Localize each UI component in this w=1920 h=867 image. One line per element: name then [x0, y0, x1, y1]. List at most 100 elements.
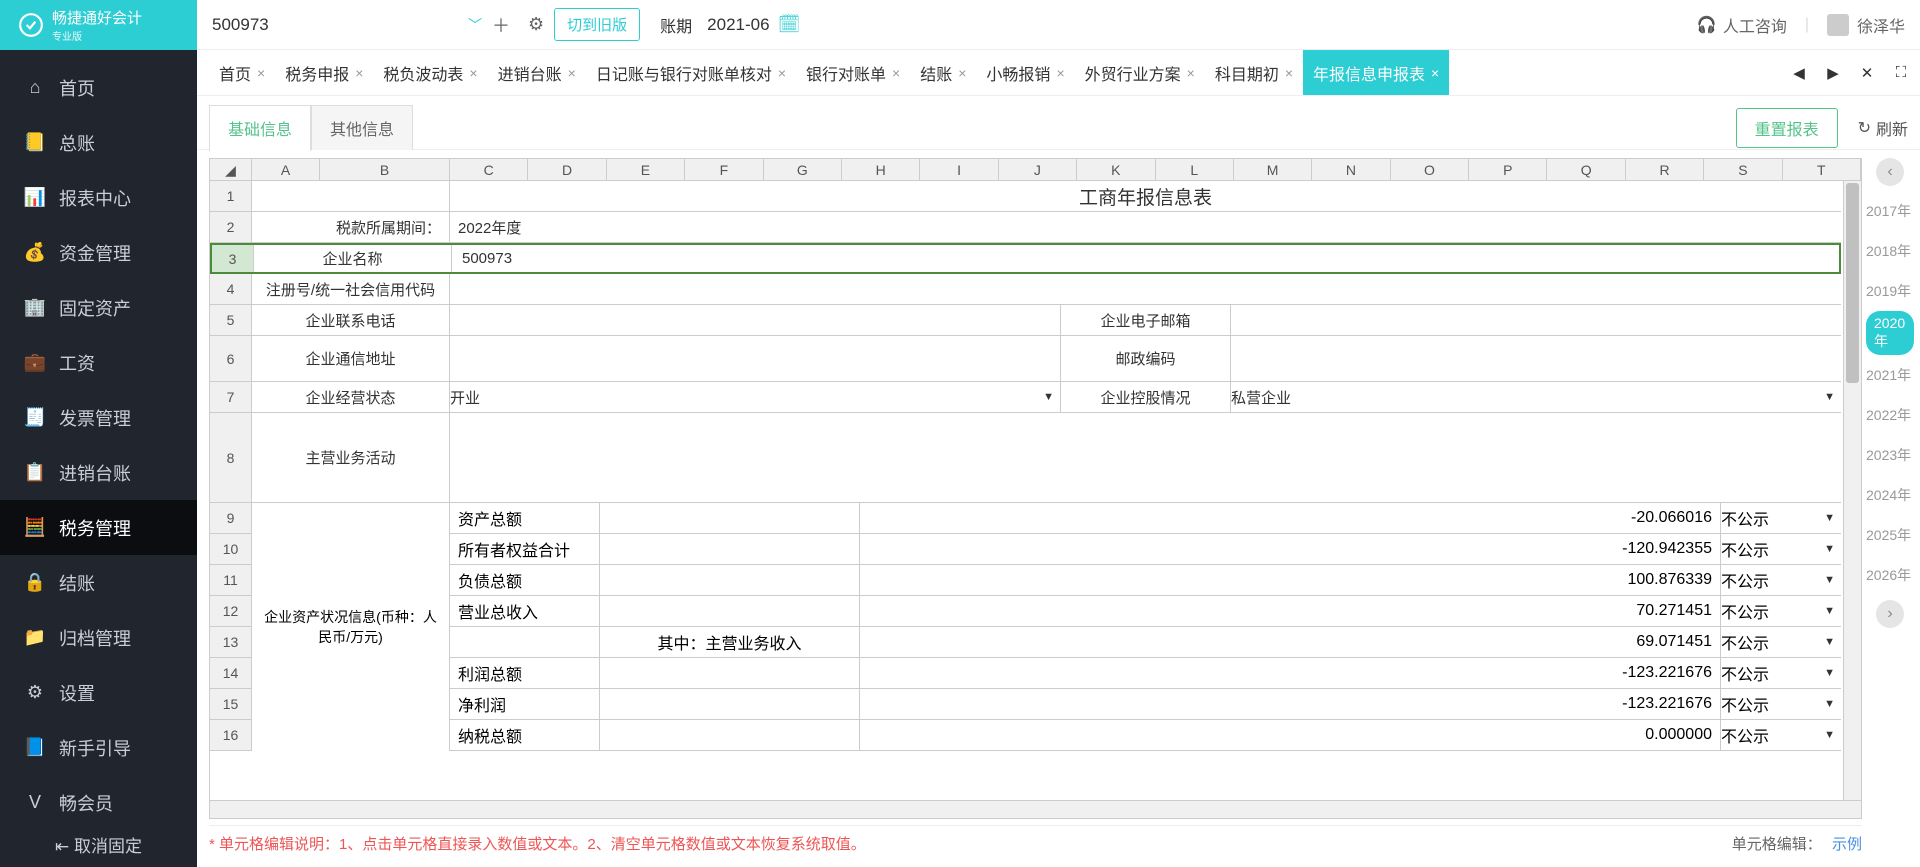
- tab-item[interactable]: 结账×: [910, 50, 976, 95]
- pub-select[interactable]: 不公示▼: [1721, 627, 1841, 657]
- tab-close-icon[interactable]: ×: [568, 65, 576, 81]
- tab-close-icon[interactable]: ×: [355, 65, 363, 81]
- sidebar-item[interactable]: 🧮税务管理: [0, 500, 197, 555]
- sidebar-item[interactable]: 💼工资: [0, 335, 197, 390]
- add-icon[interactable]: ＋: [492, 12, 510, 38]
- col-header[interactable]: R: [1626, 159, 1704, 180]
- row-header[interactable]: 13: [210, 627, 252, 658]
- status-select[interactable]: 开业▼: [450, 382, 1061, 412]
- row-header[interactable]: 5: [210, 305, 252, 335]
- fin-value[interactable]: 70.271451: [860, 596, 1721, 626]
- row-header[interactable]: 15: [210, 689, 252, 720]
- col-header[interactable]: D: [528, 159, 606, 180]
- row-header[interactable]: 16: [210, 720, 252, 751]
- col-header[interactable]: A: [252, 159, 320, 180]
- tab-item[interactable]: 进销台账×: [488, 50, 586, 95]
- tab-close-icon[interactable]: ×: [257, 65, 265, 81]
- year-item[interactable]: 2023年: [1866, 435, 1914, 475]
- col-header[interactable]: P: [1469, 159, 1547, 180]
- tab-item[interactable]: 年报信息申报表×: [1303, 50, 1449, 95]
- year-item[interactable]: 2017年: [1866, 191, 1914, 231]
- row-header[interactable]: 6: [210, 336, 252, 381]
- company-name-cell[interactable]: 500973: [452, 245, 1839, 272]
- row-header[interactable]: 9: [210, 503, 252, 534]
- tab-close-icon[interactable]: ×: [958, 65, 966, 81]
- col-header[interactable]: K: [1077, 159, 1155, 180]
- col-header[interactable]: S: [1704, 159, 1782, 180]
- tab-item[interactable]: 银行对账单×: [796, 50, 910, 95]
- sidebar-item[interactable]: 🏢固定资产: [0, 280, 197, 335]
- refresh-button[interactable]: ↻ 刷新: [1858, 116, 1908, 140]
- year-item[interactable]: 2025年: [1866, 515, 1914, 555]
- h-scrollbar[interactable]: [210, 800, 1861, 818]
- row-header[interactable]: 11: [210, 565, 252, 596]
- year-next[interactable]: ›: [1876, 600, 1904, 628]
- tabs-next[interactable]: ▶: [1820, 64, 1846, 82]
- tab-close-icon[interactable]: ×: [1285, 65, 1293, 81]
- year-item[interactable]: 2022年: [1866, 395, 1914, 435]
- corner-cell[interactable]: ◢: [210, 159, 252, 180]
- tab-close-icon[interactable]: ×: [1431, 65, 1439, 81]
- tab-item[interactable]: 小畅报销×: [976, 50, 1074, 95]
- year-item[interactable]: 2024年: [1866, 475, 1914, 515]
- year-item[interactable]: 2018年: [1866, 231, 1914, 271]
- tab-item[interactable]: 首页×: [209, 50, 275, 95]
- tab-item[interactable]: 科目期初×: [1205, 50, 1303, 95]
- fin-value[interactable]: 100.876339: [860, 565, 1721, 595]
- fin-value[interactable]: 0.000000: [860, 720, 1721, 750]
- example-link[interactable]: 示例: [1832, 836, 1862, 853]
- tab-close-icon[interactable]: ×: [469, 65, 477, 81]
- row-header[interactable]: 7: [210, 382, 252, 412]
- sidebar-item[interactable]: 🔒结账: [0, 555, 197, 610]
- row-header[interactable]: 2: [210, 212, 252, 242]
- holding-select[interactable]: 私营企业▼: [1231, 382, 1841, 412]
- consult-link[interactable]: 🎧 人工咨询: [1697, 13, 1787, 37]
- sidebar-item[interactable]: ⚙设置: [0, 665, 197, 720]
- year-prev[interactable]: ‹: [1876, 158, 1904, 186]
- row-header[interactable]: 8: [210, 413, 252, 502]
- sidebar-item[interactable]: V畅会员: [0, 775, 197, 830]
- row-header[interactable]: 12: [210, 596, 252, 627]
- pub-select[interactable]: 不公示▼: [1721, 565, 1841, 595]
- col-header[interactable]: J: [999, 159, 1077, 180]
- pub-select[interactable]: 不公示▼: [1721, 534, 1841, 564]
- tabs-close[interactable]: ✕: [1854, 64, 1880, 82]
- pub-select[interactable]: 不公示▼: [1721, 658, 1841, 688]
- sidebar-item[interactable]: 📊报表中心: [0, 170, 197, 225]
- pub-select[interactable]: 不公示▼: [1721, 596, 1841, 626]
- tab-close-icon[interactable]: ×: [1056, 65, 1064, 81]
- sheet-body[interactable]: 1 工商年报信息表 2 税款所属期间： 2022年度 3 企业名称 500973…: [210, 181, 1841, 798]
- sub-tab-other[interactable]: 其他信息: [311, 105, 413, 150]
- pub-select[interactable]: 不公示▼: [1721, 720, 1841, 750]
- col-header[interactable]: E: [607, 159, 685, 180]
- row-header[interactable]: 14: [210, 658, 252, 689]
- user-block[interactable]: 徐泽华: [1827, 13, 1905, 37]
- fullscreen-icon[interactable]: ⛶: [1888, 64, 1914, 81]
- tab-item[interactable]: 税务申报×: [275, 50, 373, 95]
- sidebar-item[interactable]: 📒总账: [0, 115, 197, 170]
- settings-icon[interactable]: ⚙: [528, 14, 544, 35]
- fin-value[interactable]: -20.066016: [860, 503, 1721, 533]
- col-header[interactable]: H: [842, 159, 920, 180]
- row-header[interactable]: 3: [212, 245, 254, 272]
- fin-value[interactable]: -120.942355: [860, 534, 1721, 564]
- row-header[interactable]: 4: [210, 274, 252, 304]
- company-select[interactable]: 500973 ﹀: [212, 15, 492, 35]
- sub-tab-basic[interactable]: 基础信息: [209, 105, 311, 152]
- col-header[interactable]: B: [320, 159, 450, 180]
- main-biz-cell[interactable]: [450, 413, 1841, 502]
- tab-close-icon[interactable]: ×: [1187, 65, 1195, 81]
- sidebar-item[interactable]: 📁归档管理: [0, 610, 197, 665]
- tab-item[interactable]: 日记账与银行对账单核对×: [586, 50, 796, 95]
- tab-close-icon[interactable]: ×: [892, 65, 900, 81]
- fin-value[interactable]: 69.071451: [860, 627, 1721, 657]
- year-item[interactable]: 2020年: [1866, 311, 1914, 355]
- tabs-prev[interactable]: ◀: [1786, 64, 1812, 82]
- col-header[interactable]: I: [920, 159, 998, 180]
- pub-select[interactable]: 不公示▼: [1721, 503, 1841, 533]
- col-header[interactable]: O: [1391, 159, 1469, 180]
- year-item[interactable]: 2026年: [1866, 555, 1914, 595]
- unpin-button[interactable]: ⇤ 取消固定: [0, 832, 197, 857]
- col-header[interactable]: F: [685, 159, 763, 180]
- sidebar-item[interactable]: 💰资金管理: [0, 225, 197, 280]
